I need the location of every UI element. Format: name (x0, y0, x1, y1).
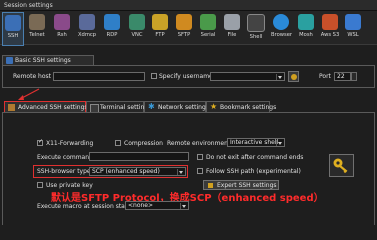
title-bar: Session settings (0, 0, 377, 11)
key-icon (333, 158, 348, 174)
chevron-down-icon (276, 140, 283, 146)
execute-macro-label: Execute macro at session start: (37, 203, 132, 210)
shell-icon (247, 14, 265, 32)
session-type-ftp[interactable]: FTP (150, 12, 170, 44)
compression-checkbox[interactable] (115, 140, 121, 146)
follow-ssh-path-label: Follow SSH path (experimental) (206, 168, 301, 175)
do-not-exit-checkbox[interactable] (197, 154, 203, 160)
check-icon: ✓ (38, 138, 44, 145)
session-type-serial[interactable]: Serial (198, 12, 218, 44)
basic-settings-panel: Remote host * Specify username Port 22 (2, 65, 375, 88)
use-private-key-label: Use private key (46, 182, 93, 189)
execute-command-label: Execute command: (37, 154, 95, 161)
wrench-icon (208, 183, 213, 188)
ssh-browser-type-dropdown[interactable]: SCP (enhanced speed) (89, 167, 186, 176)
session-type-browser[interactable]: Browser (271, 12, 292, 44)
annotation-arrow-icon (18, 88, 40, 100)
user-manager-button[interactable] (288, 71, 299, 82)
do-not-exit-label: Do not exit after command ends (206, 154, 304, 161)
browser-icon (273, 14, 289, 30)
session-type-rsh[interactable]: Rsh (52, 12, 72, 44)
remote-host-input[interactable] (53, 72, 145, 81)
compression-label: Compression (124, 140, 163, 147)
key-icon-box (329, 154, 354, 177)
vnc-icon (129, 14, 145, 30)
rsh-icon (54, 14, 70, 30)
aws-s3-icon (322, 14, 338, 30)
rdp-icon (104, 14, 120, 30)
port-label: Port (319, 73, 331, 80)
wsl-icon (345, 14, 361, 30)
execute-command-input[interactable] (89, 152, 189, 161)
xdmcp-icon (79, 14, 95, 30)
ftp-icon (152, 14, 168, 30)
advanced-ssh-settings-panel: ✓ X11-Forwarding Compression Remote envi… (2, 112, 375, 225)
sftp-icon (176, 14, 192, 30)
chevron-down-icon (180, 203, 187, 209)
window-title: Session settings (4, 2, 53, 9)
remote-environment-label: Remote environment: (167, 140, 233, 147)
specify-username-checkbox[interactable] (151, 73, 157, 79)
x11-forwarding-checkbox[interactable]: ✓ (37, 138, 44, 146)
session-type-rdp[interactable]: RDP (102, 12, 122, 44)
session-type-shell[interactable]: Shell (246, 12, 266, 44)
follow-ssh-path-checkbox[interactable] (197, 168, 203, 174)
telnet-icon (29, 14, 45, 30)
port-spinner[interactable] (351, 72, 357, 81)
session-type-aws-s3[interactable]: Aws S3 (320, 12, 340, 44)
tab-basic-ssh-settings[interactable]: Basic SSH settings (2, 55, 94, 65)
session-type-vnc[interactable]: VNC (127, 12, 147, 44)
file-icon (224, 14, 240, 30)
bookmark-star-icon: ★ (210, 102, 218, 111)
mosh-icon (298, 14, 314, 30)
port-input[interactable]: 22 (334, 72, 351, 81)
ssh-icon (5, 15, 21, 31)
advanced-ssh-icon (8, 104, 15, 111)
session-type-telnet[interactable]: Telnet (27, 12, 47, 44)
remote-environment-dropdown[interactable]: Interactive shell (227, 138, 285, 147)
session-type-sftp[interactable]: SFTP (174, 12, 194, 44)
x11-forwarding-label: X11-Forwarding (46, 140, 94, 147)
username-dropdown[interactable] (210, 72, 285, 81)
session-type-xdmcp[interactable]: Xdmcp (77, 12, 97, 44)
serial-icon (200, 14, 216, 30)
remote-host-label: Remote host * (13, 73, 56, 80)
network-icon: ✱ (148, 102, 155, 111)
chevron-down-icon (276, 74, 283, 80)
use-private-key-checkbox[interactable] (37, 182, 43, 188)
chevron-down-icon (177, 169, 184, 175)
specify-username-label: Specify username (159, 73, 213, 80)
session-type-toolbar: SSH Telnet Rsh Xdmcp RDP VNC FTP SFTP Se… (0, 11, 377, 46)
session-type-mosh[interactable]: Mosh (296, 12, 316, 44)
session-type-wsl[interactable]: WSL (343, 12, 363, 44)
session-type-file[interactable]: File (222, 12, 242, 44)
execute-macro-dropdown[interactable]: <none> (125, 201, 189, 210)
session-type-ssh[interactable]: SSH (2, 12, 24, 46)
user-icon (291, 74, 297, 80)
ssh-browser-type-label: SSH-browser type: (37, 168, 93, 175)
ssh-settings-icon (6, 57, 13, 64)
